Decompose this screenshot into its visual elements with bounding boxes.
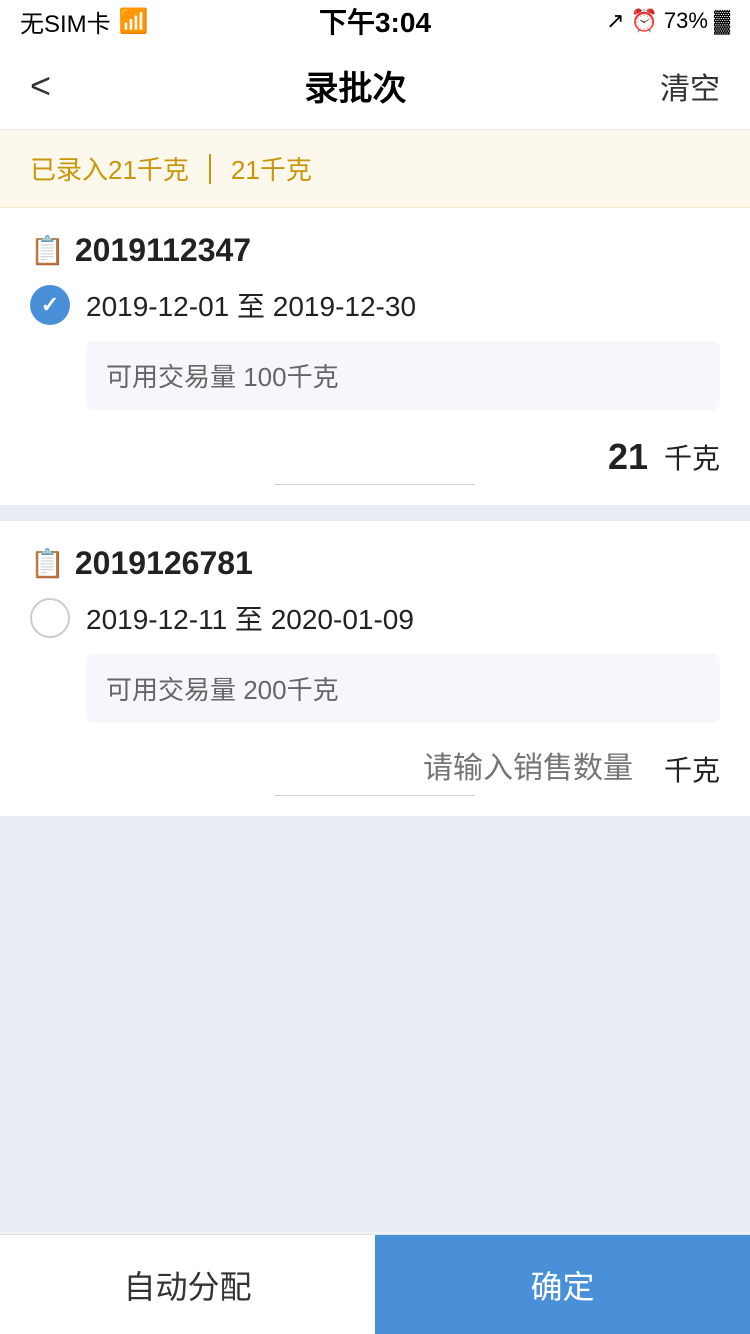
status-bar: 无SIM卡 📶 下午3:04 ↗ ⏰ 73% ▓ [0,0,750,42]
qty-input-2[interactable] [368,752,648,786]
info-banner: 已录入21千克 21千克 [0,130,750,208]
amount-divider-2 [275,795,475,796]
alarm-icon: ⏰ [631,8,658,34]
auto-distribute-button[interactable]: 自动分配 [0,1235,375,1334]
batch-header-1: 📋 2019112347 [30,232,720,269]
batch-doc-icon-2: 📋 [30,547,65,580]
batch-amount-row-1: 21 千克 [30,426,720,478]
carrier-text: 无SIM卡 [20,4,111,39]
amount-divider-1 [275,484,475,485]
battery-icon: ▓ [714,8,730,34]
bottom-area [0,832,750,1232]
status-time: 下午3:04 [319,1,431,41]
batch-amount-unit-1: 千克 [664,437,720,477]
status-right: ↗ ⏰ 73% ▓ [606,8,730,34]
total-amount: 21千克 [231,150,312,187]
batch-date-row-1: 2019-12-01 至 2019-12-30 [30,285,720,325]
info-divider [209,154,211,184]
page-title: 录批次 [305,61,407,110]
batch-date-2: 2019-12-11 至 2020-01-09 [86,598,414,638]
batch-qty-box-1: 可用交易量 100千克 [86,341,720,410]
confirm-button[interactable]: 确定 [375,1235,750,1334]
footer: 自动分配 确定 [0,1234,750,1334]
batch-header-2: 📋 2019126781 [30,545,720,582]
batch-date-row-2: 2019-12-11 至 2020-01-09 [30,598,720,638]
batch-item-1: 📋 2019112347 2019-12-01 至 2019-12-30 可用交… [0,208,750,505]
batch-date-1: 2019-12-01 至 2019-12-30 [86,285,416,325]
batch-qty-text-2: 可用交易量 200千克 [106,675,339,705]
batch-qty-text-1: 可用交易量 100千克 [106,362,339,392]
recorded-amount: 已录入21千克 [30,150,189,187]
input-unit-2: 千克 [664,749,720,789]
clear-button[interactable]: 清空 [660,64,720,108]
confirm-label: 确定 [530,1262,594,1308]
item-separator-2 [0,816,750,832]
nav-bar: < 录批次 清空 [0,42,750,130]
batch-qty-box-2: 可用交易量 200千克 [86,654,720,723]
back-button[interactable]: < [30,65,51,107]
radio-button-2[interactable] [30,598,70,638]
battery-text: 73% [664,8,708,34]
status-left: 无SIM卡 📶 [20,4,149,39]
batch-item-2: 📋 2019126781 2019-12-11 至 2020-01-09 可用交… [0,521,750,816]
batch-number-2: 2019126781 [75,545,253,582]
batch-amount-value-1: 21 [608,436,648,478]
auto-distribute-label: 自动分配 [123,1262,251,1308]
wifi-icon: 📶 [119,7,149,36]
location-icon: ↗ [606,8,624,34]
radio-button-1[interactable] [30,285,70,325]
batch-number-1: 2019112347 [75,232,251,269]
item-separator-1 [0,505,750,521]
input-row-2: 千克 [30,739,720,789]
batch-doc-icon-1: 📋 [30,234,65,267]
